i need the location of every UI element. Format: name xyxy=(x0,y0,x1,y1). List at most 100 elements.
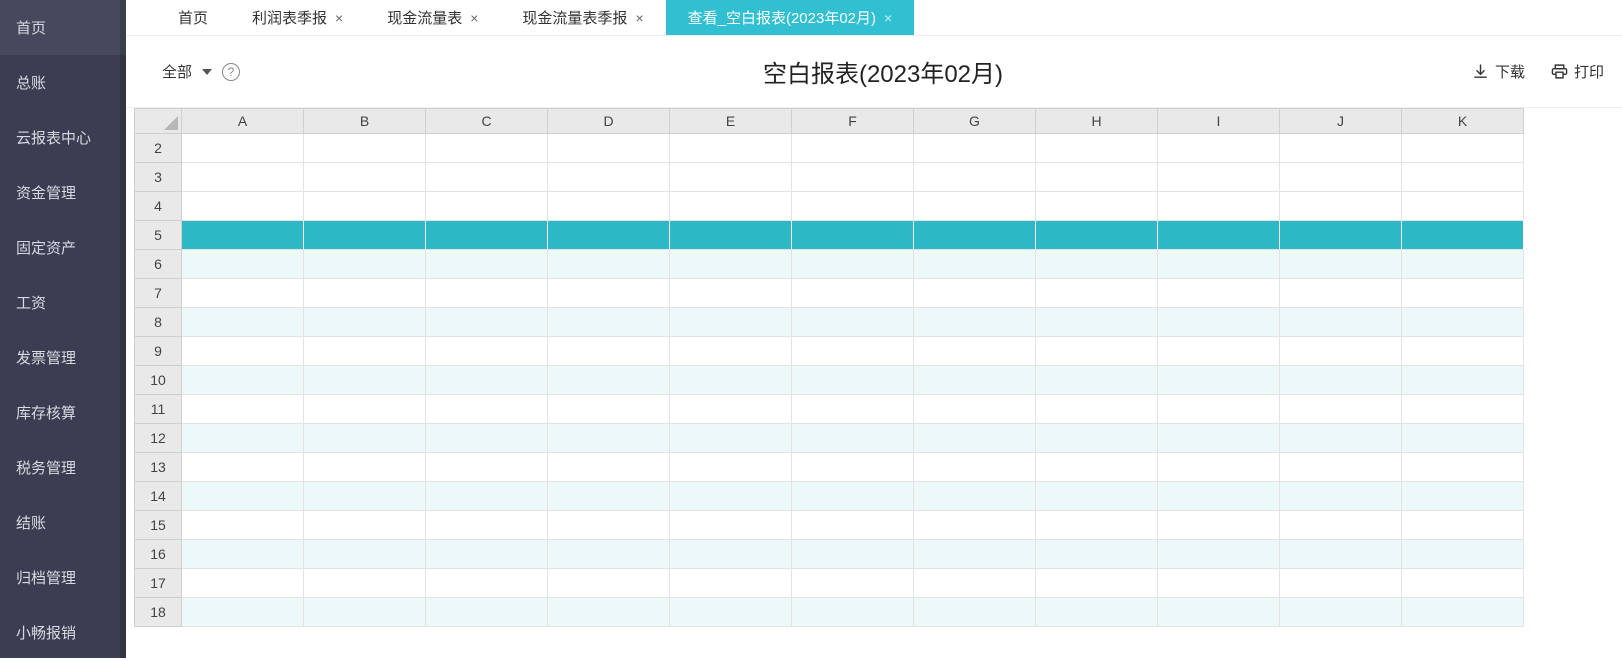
cell-G18[interactable] xyxy=(914,598,1036,627)
column-header-H[interactable]: H xyxy=(1036,108,1158,134)
cell-H8[interactable] xyxy=(1036,308,1158,337)
sidebar-item-10[interactable]: 归档管理 xyxy=(0,550,126,605)
cell-E16[interactable] xyxy=(670,540,792,569)
sidebar-item-11[interactable]: 小畅报销 xyxy=(0,605,126,660)
cell-G13[interactable] xyxy=(914,453,1036,482)
sidebar-item-9[interactable]: 结账 xyxy=(0,495,126,550)
cell-J5[interactable] xyxy=(1280,221,1402,250)
cell-D17[interactable] xyxy=(548,569,670,598)
cell-G16[interactable] xyxy=(914,540,1036,569)
cell-J3[interactable] xyxy=(1280,163,1402,192)
sidebar-item-1[interactable]: 总账 xyxy=(0,55,126,110)
cell-D8[interactable] xyxy=(548,308,670,337)
cell-C18[interactable] xyxy=(426,598,548,627)
cell-D16[interactable] xyxy=(548,540,670,569)
cell-D12[interactable] xyxy=(548,424,670,453)
close-icon[interactable]: × xyxy=(335,11,343,25)
cell-D4[interactable] xyxy=(548,192,670,221)
cell-G8[interactable] xyxy=(914,308,1036,337)
cell-F11[interactable] xyxy=(792,395,914,424)
row-header-12[interactable]: 12 xyxy=(134,424,182,453)
cell-B4[interactable] xyxy=(304,192,426,221)
cell-K6[interactable] xyxy=(1402,250,1524,279)
cell-H9[interactable] xyxy=(1036,337,1158,366)
cell-B17[interactable] xyxy=(304,569,426,598)
cell-K18[interactable] xyxy=(1402,598,1524,627)
cell-B6[interactable] xyxy=(304,250,426,279)
cell-B14[interactable] xyxy=(304,482,426,511)
cell-K12[interactable] xyxy=(1402,424,1524,453)
cell-J11[interactable] xyxy=(1280,395,1402,424)
cell-H17[interactable] xyxy=(1036,569,1158,598)
cell-H12[interactable] xyxy=(1036,424,1158,453)
cell-F18[interactable] xyxy=(792,598,914,627)
cell-K8[interactable] xyxy=(1402,308,1524,337)
cell-C10[interactable] xyxy=(426,366,548,395)
sidebar-item-2[interactable]: 云报表中心 xyxy=(0,110,126,165)
cell-A11[interactable] xyxy=(182,395,304,424)
tab-1[interactable]: 利润表季报× xyxy=(230,0,365,35)
cell-H5[interactable] xyxy=(1036,221,1158,250)
cell-I8[interactable] xyxy=(1158,308,1280,337)
sidebar-item-5[interactable]: 工资 xyxy=(0,275,126,330)
cell-J4[interactable] xyxy=(1280,192,1402,221)
cell-A18[interactable] xyxy=(182,598,304,627)
row-header-5[interactable]: 5 xyxy=(134,221,182,250)
cell-J9[interactable] xyxy=(1280,337,1402,366)
tab-0[interactable]: 首页 xyxy=(156,0,230,35)
cell-F7[interactable] xyxy=(792,279,914,308)
cell-H18[interactable] xyxy=(1036,598,1158,627)
cell-D7[interactable] xyxy=(548,279,670,308)
download-button[interactable]: 下载 xyxy=(1472,61,1525,82)
cell-F10[interactable] xyxy=(792,366,914,395)
cell-B3[interactable] xyxy=(304,163,426,192)
cell-B15[interactable] xyxy=(304,511,426,540)
cell-H6[interactable] xyxy=(1036,250,1158,279)
tab-4[interactable]: 查看_空白报表(2023年02月)× xyxy=(666,0,915,35)
column-header-J[interactable]: J xyxy=(1280,108,1402,134)
cell-F15[interactable] xyxy=(792,511,914,540)
column-header-E[interactable]: E xyxy=(670,108,792,134)
cell-C2[interactable] xyxy=(426,134,548,163)
sidebar-item-6[interactable]: 发票管理 xyxy=(0,330,126,385)
cell-K9[interactable] xyxy=(1402,337,1524,366)
cell-G11[interactable] xyxy=(914,395,1036,424)
sheet-corner[interactable] xyxy=(134,108,182,134)
cell-E4[interactable] xyxy=(670,192,792,221)
cell-F13[interactable] xyxy=(792,453,914,482)
cell-A6[interactable] xyxy=(182,250,304,279)
filter-dropdown[interactable]: 全部 ? xyxy=(162,61,763,82)
cell-J17[interactable] xyxy=(1280,569,1402,598)
cell-I3[interactable] xyxy=(1158,163,1280,192)
cell-J13[interactable] xyxy=(1280,453,1402,482)
row-header-10[interactable]: 10 xyxy=(134,366,182,395)
cell-G5[interactable] xyxy=(914,221,1036,250)
cell-G6[interactable] xyxy=(914,250,1036,279)
cell-J14[interactable] xyxy=(1280,482,1402,511)
cell-I16[interactable] xyxy=(1158,540,1280,569)
row-header-17[interactable]: 17 xyxy=(134,569,182,598)
row-header-8[interactable]: 8 xyxy=(134,308,182,337)
cell-G7[interactable] xyxy=(914,279,1036,308)
print-button[interactable]: 打印 xyxy=(1551,61,1604,82)
column-header-C[interactable]: C xyxy=(426,108,548,134)
help-icon[interactable]: ? xyxy=(222,63,240,81)
cell-B5[interactable] xyxy=(304,221,426,250)
cell-K2[interactable] xyxy=(1402,134,1524,163)
row-header-7[interactable]: 7 xyxy=(134,279,182,308)
close-icon[interactable]: × xyxy=(470,11,478,25)
cell-G4[interactable] xyxy=(914,192,1036,221)
cell-C8[interactable] xyxy=(426,308,548,337)
cell-A14[interactable] xyxy=(182,482,304,511)
sidebar-item-8[interactable]: 税务管理 xyxy=(0,440,126,495)
cell-K17[interactable] xyxy=(1402,569,1524,598)
cell-I10[interactable] xyxy=(1158,366,1280,395)
cell-F3[interactable] xyxy=(792,163,914,192)
cell-A17[interactable] xyxy=(182,569,304,598)
cell-I2[interactable] xyxy=(1158,134,1280,163)
cell-H10[interactable] xyxy=(1036,366,1158,395)
cell-B11[interactable] xyxy=(304,395,426,424)
cell-B8[interactable] xyxy=(304,308,426,337)
cell-K5[interactable] xyxy=(1402,221,1524,250)
spreadsheet[interactable]: ABCDEFGHIJK23456789101112131415161718 xyxy=(126,108,1622,658)
